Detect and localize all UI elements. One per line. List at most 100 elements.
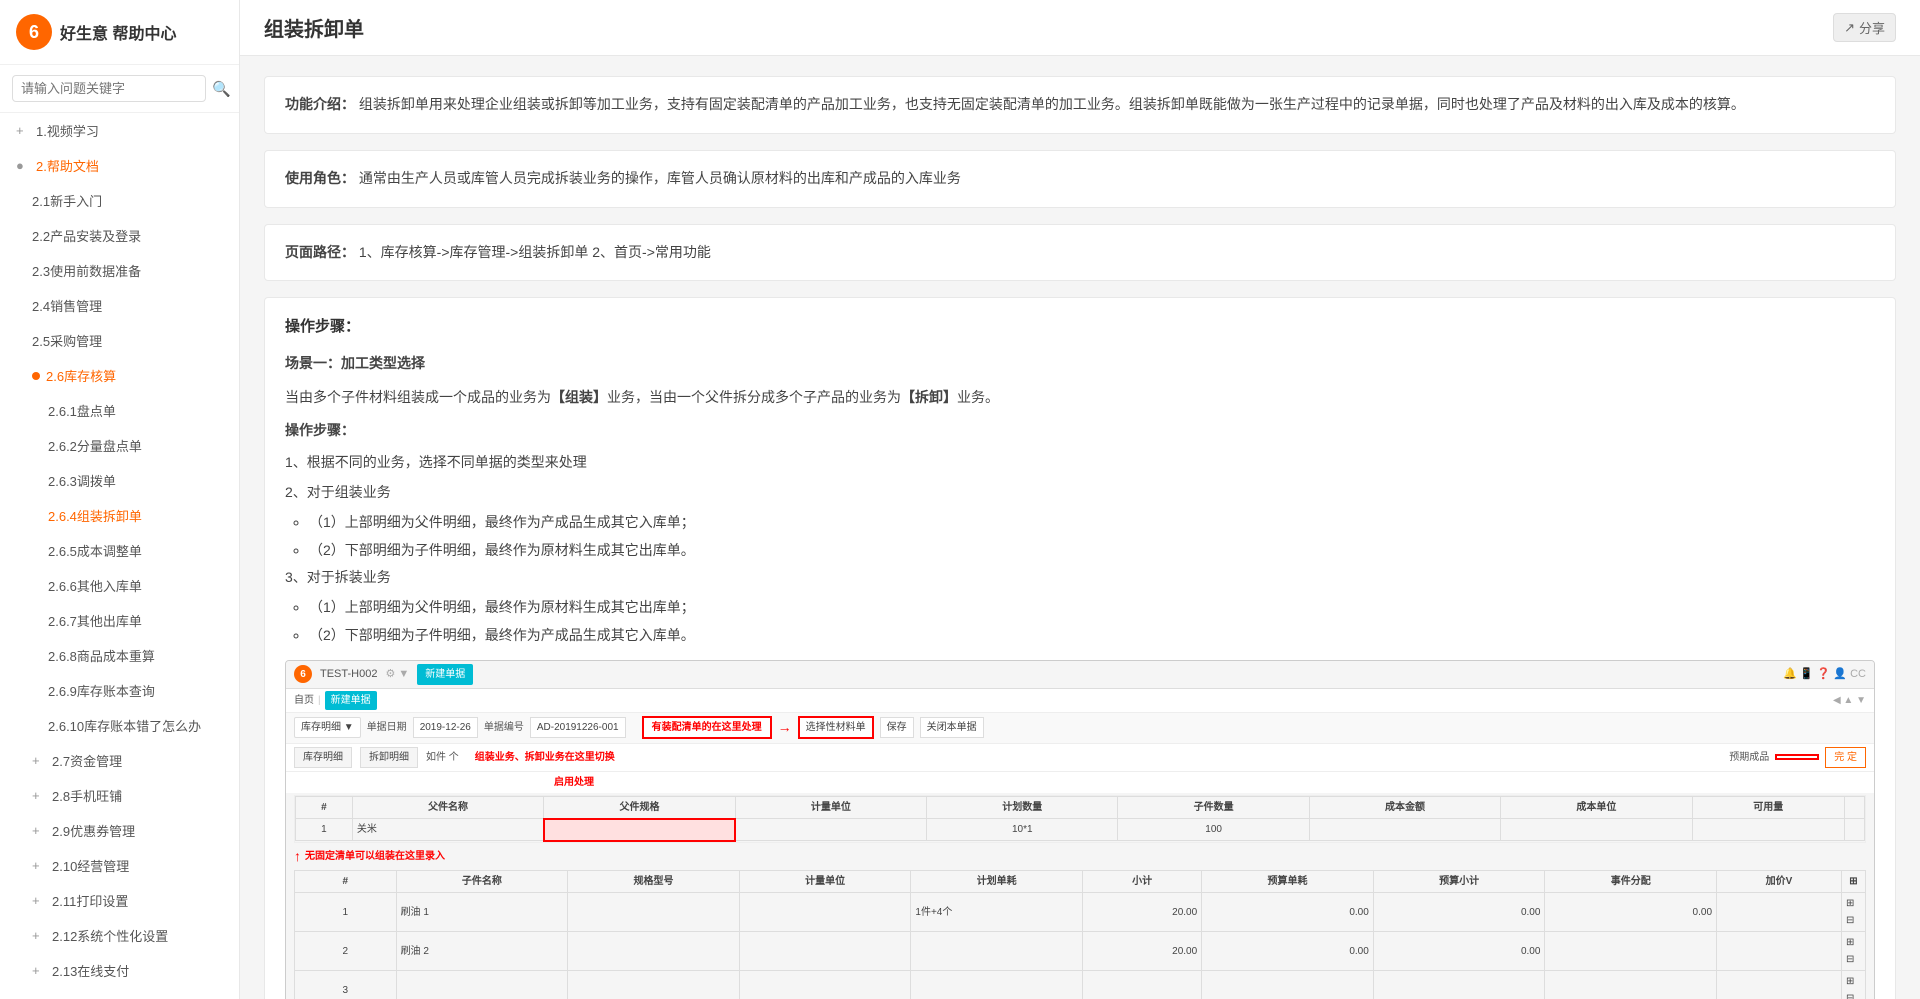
cell2-markup (1717, 893, 1842, 932)
sidebar-item-label: 2.6.5成本调整单 (48, 541, 142, 560)
cell2-budget: 0.00 (1202, 893, 1374, 932)
sidebar-item-2-6-9[interactable]: 2.6.9库存账本查询 (0, 673, 239, 708)
col2-name: 子件名称 (396, 871, 568, 893)
mock-nav-home: 自页 (294, 692, 314, 709)
table-row: 3 ⊞ ⊟ (295, 971, 1866, 999)
logo-text: 好生意 帮助中心 (60, 20, 176, 44)
step-2-1: （1）上部明细为父件明细，最终作为产成品生成其它入库单； (309, 511, 1875, 535)
sidebar-item-label: 2.6.4组装拆卸单 (48, 506, 142, 525)
sidebar-item-2-14[interactable]: + 2.14常见问题 (0, 988, 239, 999)
plus-icon: + (32, 928, 46, 943)
sidebar-item-2-4[interactable]: 2.4销售管理 (0, 288, 239, 323)
cell2-unit-2 (739, 932, 911, 971)
mock-setting-icons: ⚙ ▼ (385, 665, 409, 684)
share-button[interactable]: ↗ 分享 (1833, 13, 1896, 42)
sidebar-item-2-1[interactable]: 2.1新手入门 (0, 183, 239, 218)
step-2: 2、对于组装业务 (285, 481, 1875, 505)
sidebar-item-2-6-8[interactable]: 2.6.8商品成本重算 (0, 638, 239, 673)
annotation-footer: 无固定清单可以组装在这里录入 (305, 848, 445, 865)
open-dot-icon (32, 372, 40, 380)
path-card: 页面路径： 1、库存核算->库存管理->组装拆卸单 2、首页->常用功能 (264, 224, 1896, 282)
sidebar-item-2-6-4[interactable]: 2.6.4组装拆卸单 (0, 498, 239, 533)
sidebar-item-label: 2.10经营管理 (52, 856, 129, 875)
mock-count: 如件 个 (426, 749, 459, 766)
cell-num: 1 (296, 819, 353, 841)
cell2-unit (739, 893, 911, 932)
table-row: 1 关米 10*1 100 (296, 819, 1865, 841)
cell2-b-sub-3 (1373, 971, 1545, 999)
cell-spec-red (544, 819, 735, 841)
col-cost-amt: 成本金额 (1309, 796, 1500, 819)
nav-section: + 1.视频学习 ● 2.帮助文档 2.1新手入门 2.2产品安装及登录 2.3… (0, 113, 239, 999)
scene-title: 场景一：加工类型选择 (285, 355, 425, 371)
scene-desc: 当由多个子件材料组装成一个成品的业务为【组装】业务，当由一个父件拆分成多个子产品… (285, 386, 1875, 410)
topbar: 组装拆卸单 ↗ 分享 (240, 0, 1920, 56)
col-cost-unit: 成本单位 (1501, 796, 1692, 819)
sidebar-item-docs[interactable]: ● 2.帮助文档 (0, 148, 239, 183)
sidebar-item-2-6-5[interactable]: 2.6.5成本调整单 (0, 533, 239, 568)
sidebar-item-video[interactable]: + 1.视频学习 (0, 113, 239, 148)
sidebar-item-2-6-7[interactable]: 2.6.7其他出库单 (0, 603, 239, 638)
cell-action (1845, 819, 1865, 841)
mock-finish-label: 预期成品 (1729, 749, 1769, 766)
cell2-sub-2: 20.00 (1083, 932, 1202, 971)
role-card: 使用角色： 通常由生产人员或库管人员完成拆装业务的操作，库管人员确认原材料的出库… (264, 150, 1896, 208)
step-list: 1、根据不同的业务，选择不同单据的类型来处理 2、对于组装业务 （1）上部明细为… (285, 451, 1875, 648)
sidebar: 6 好生意 帮助中心 🔍 + 1.视频学习 ● 2.帮助文档 2.1新手入门 2… (0, 0, 240, 999)
sidebar-item-2-6-1[interactable]: 2.6.1盘点单 (0, 393, 239, 428)
annotation-bom: 有装配清单的在这里处理 (642, 716, 772, 739)
sidebar-item-label: 2.11打印设置 (52, 891, 128, 910)
path-text: 1、库存核算->库存管理->组装拆卸单 2、首页->常用功能 (359, 244, 711, 260)
content-area: 功能介绍： 组装拆卸单用来处理企业组装或拆卸等加工业务，支持有固定装配清单的产品… (240, 56, 1920, 999)
cell-sub-qty: 100 (1118, 819, 1309, 841)
col2-spec: 规格型号 (568, 871, 740, 893)
role-label: 使用角色： (285, 170, 355, 186)
col2-b-sub: 预算小计 (1373, 871, 1545, 893)
sidebar-item-2-11[interactable]: + 2.11打印设置 (0, 883, 239, 918)
sidebar-item-2-6-10[interactable]: 2.6.10库存账本错了怎么办 (0, 708, 239, 743)
col2-budget: 预算单耗 (1202, 871, 1374, 893)
plus-icon: + (32, 753, 46, 768)
mock-nav-sep: | (318, 692, 321, 709)
sidebar-item-2-6[interactable]: 2.6库存核算 (0, 358, 239, 393)
sidebar-item-2-8[interactable]: + 2.8手机旺铺 (0, 778, 239, 813)
search-icon[interactable]: 🔍 (212, 80, 231, 98)
cell-cost-unit (1501, 819, 1692, 841)
sidebar-item-2-10[interactable]: + 2.10经营管理 (0, 848, 239, 883)
plus-icon: + (16, 123, 30, 138)
mock-doc-title-label: TEST-H002 (320, 665, 377, 684)
sidebar-item-2-6-2[interactable]: 2.6.2分量盘点单 (0, 428, 239, 463)
search-input[interactable] (12, 75, 206, 102)
steps-card: 操作步骤： 场景一：加工类型选择 当由多个子件材料组装成一个成品的业务为【组装】… (264, 297, 1896, 999)
sidebar-item-2-13[interactable]: + 2.13在线支付 (0, 953, 239, 988)
sidebar-item-2-9[interactable]: + 2.9优惠券管理 (0, 813, 239, 848)
sidebar-item-label: 2.6.9库存账本查询 (48, 681, 155, 700)
mock-logo: 6 (294, 665, 312, 683)
sidebar-item-2-6-6[interactable]: 2.6.6其他入库单 (0, 568, 239, 603)
sidebar-item-2-7[interactable]: + 2.7资金管理 (0, 743, 239, 778)
sidebar-item-label: 2.9优惠券管理 (52, 821, 135, 840)
sidebar-item-label: 2.6.2分量盘点单 (48, 436, 142, 455)
col-avail: 可用量 (1692, 796, 1844, 819)
cell2-spec-2 (568, 932, 740, 971)
cell2-b-sub-2: 0.00 (1373, 932, 1545, 971)
cell2-sub-3 (1083, 971, 1202, 999)
sidebar-item-2-3[interactable]: 2.3使用前数据准备 (0, 253, 239, 288)
sidebar-item-2-12[interactable]: + 2.12系统个性化设置 (0, 918, 239, 953)
sidebar-item-label: 2.5采购管理 (32, 331, 102, 350)
sidebar-item-2-2[interactable]: 2.2产品安装及登录 (0, 218, 239, 253)
mock-bom-btn: 选择性材料单 (798, 716, 874, 739)
mock-finish-area: 预期成品 完 定 (1729, 747, 1866, 768)
col-num: # (296, 796, 353, 819)
sidebar-item-label: 2.13在线支付 (52, 961, 129, 980)
arrow-right-icon: → (778, 716, 792, 740)
mock-left-icons: ◀ ▲ ▼ (1833, 692, 1866, 709)
cell-avail (1692, 819, 1844, 841)
plus-icon: + (32, 858, 46, 873)
mock-finish-input (1775, 754, 1819, 760)
ops-steps-title: 操作步骤： (285, 419, 1875, 443)
intro-card: 功能介绍： 组装拆卸单用来处理企业组装或拆卸等加工业务，支持有固定装配清单的产品… (264, 76, 1896, 134)
switch-annotation-area: 组装业务、拆卸业务在这里切换 (475, 749, 615, 766)
sidebar-item-2-5[interactable]: 2.5采购管理 (0, 323, 239, 358)
sidebar-item-2-6-3[interactable]: 2.6.3调拨单 (0, 463, 239, 498)
